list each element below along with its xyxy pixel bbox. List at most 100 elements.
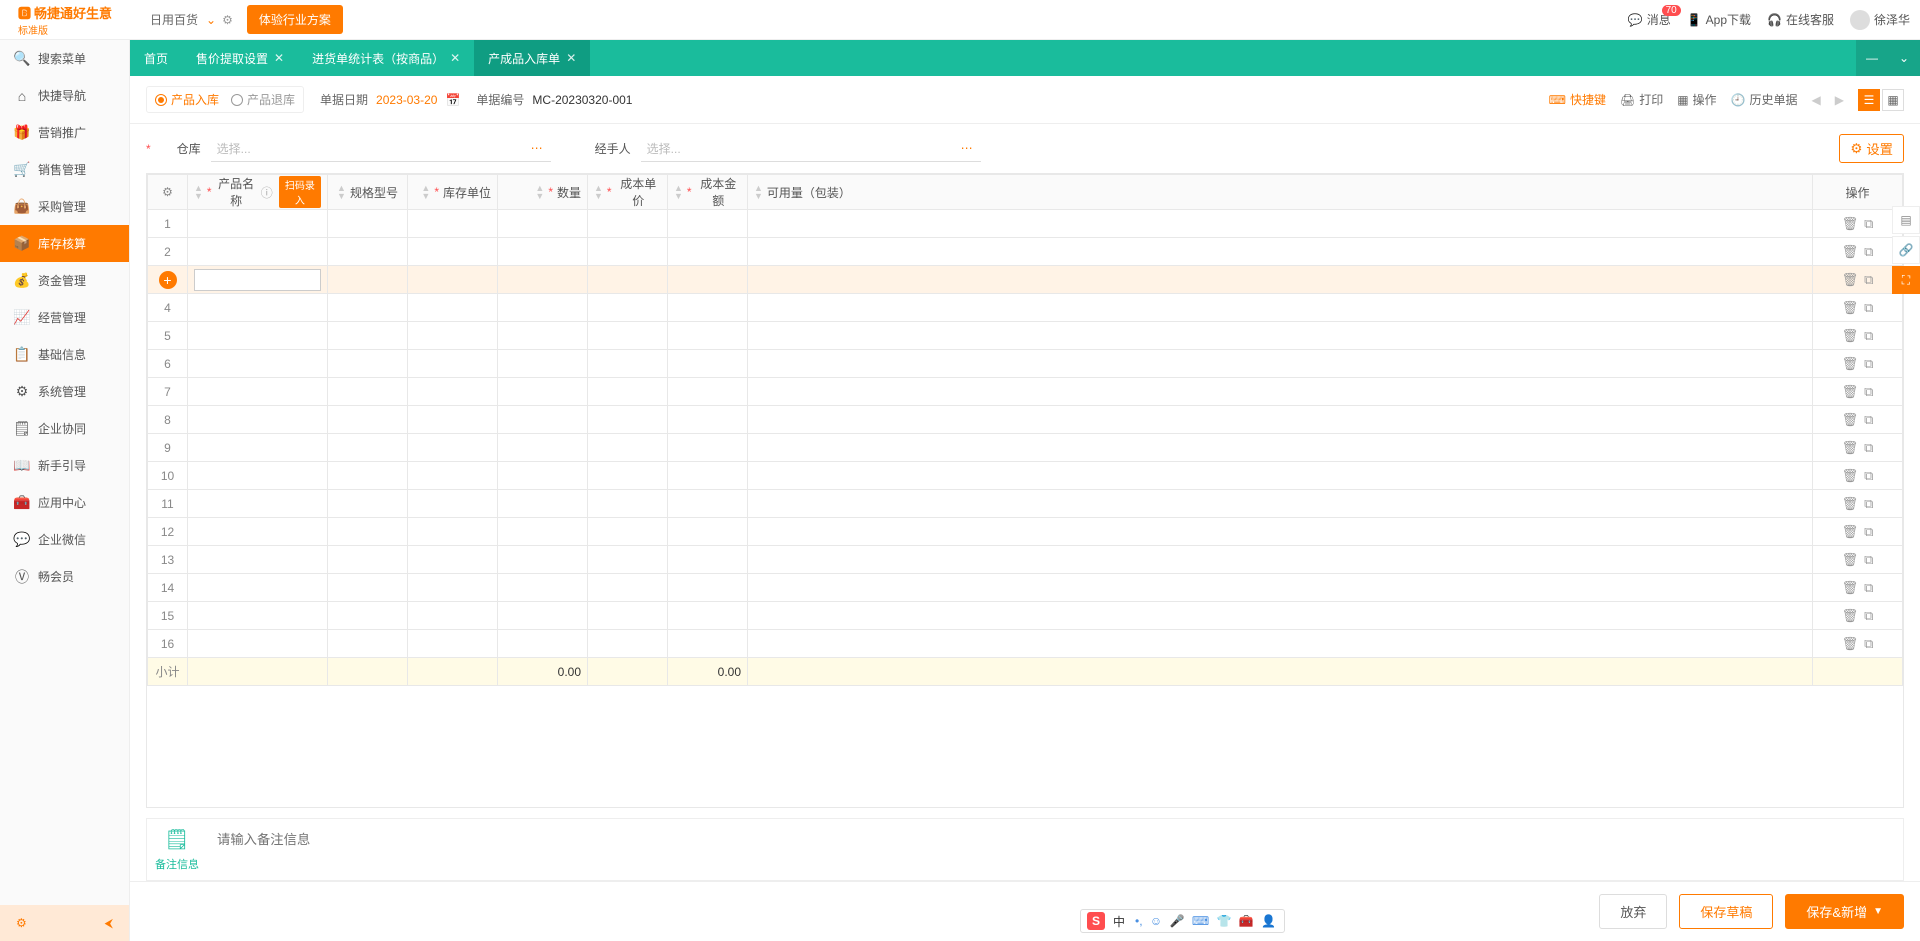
delete-row-icon[interactable]: 🗑	[1842, 440, 1859, 455]
table-row[interactable]: 5🗑⧉	[148, 322, 1903, 350]
delete-row-icon[interactable]: 🗑	[1842, 608, 1859, 623]
table-row[interactable]: 9🗑⧉	[148, 434, 1903, 462]
product-name-input[interactable]	[194, 269, 321, 291]
close-icon[interactable]: ✕	[566, 51, 576, 65]
header-amount[interactable]: ▲▼*成本金额	[668, 175, 748, 210]
prev-button[interactable]: ◀	[1812, 93, 1821, 107]
print-link[interactable]: 🖨打印	[1620, 91, 1663, 108]
copy-row-icon[interactable]: ⧉	[1864, 440, 1873, 455]
copy-row-icon[interactable]: ⧉	[1864, 216, 1873, 231]
sidebar-item[interactable]: 💬企业微信	[0, 521, 129, 558]
header-price[interactable]: ▲▼*成本单价	[588, 175, 668, 210]
sidebar-item[interactable]: 📋基础信息	[0, 336, 129, 373]
table-row[interactable]: 10🗑⧉	[148, 462, 1903, 490]
dock-filter-button[interactable]: ▤	[1892, 206, 1920, 234]
calendar-icon[interactable]: 📅	[445, 93, 460, 107]
table-row[interactable]: 7🗑⧉	[148, 378, 1903, 406]
ime-punct-icon[interactable]: •,	[1135, 914, 1143, 928]
delete-row-icon[interactable]: 🗑	[1842, 328, 1859, 343]
date-value[interactable]: 2023-03-20	[376, 93, 437, 107]
settings-icon[interactable]: ⚙	[16, 916, 27, 930]
sidebar-item[interactable]: 🛒销售管理	[0, 151, 129, 188]
copy-row-icon[interactable]: ⧉	[1864, 524, 1873, 539]
delete-row-icon[interactable]: 🗑	[1842, 300, 1859, 315]
list-view-button[interactable]: ☰	[1858, 89, 1880, 111]
ime-user-icon[interactable]: 👤	[1261, 914, 1276, 928]
tab[interactable]: 产成品入库单✕	[474, 40, 590, 76]
table-row[interactable]: 6🗑⧉	[148, 350, 1903, 378]
sidebar-item[interactable]: 🎁营销推广	[0, 114, 129, 151]
sidebar-item[interactable]: 🧰应用中心	[0, 484, 129, 521]
sidebar-item[interactable]: 📦库存核算	[0, 225, 129, 262]
history-link[interactable]: 🕘历史单据	[1731, 91, 1798, 108]
copy-row-icon[interactable]: ⧉	[1864, 580, 1873, 595]
copy-row-icon[interactable]: ⧉	[1864, 300, 1873, 315]
sidebar-item[interactable]: 📖新手引导	[0, 447, 129, 484]
table-row[interactable]: 4🗑⧉	[148, 294, 1903, 322]
settings-button[interactable]: ⚙ 设置	[1839, 134, 1904, 163]
ime-keyboard-icon[interactable]: ⌨	[1192, 914, 1209, 928]
copy-row-icon[interactable]: ⧉	[1864, 356, 1873, 371]
table-row[interactable]: +🗑⧉	[148, 266, 1903, 294]
dock-expand-button[interactable]: ⛶	[1892, 266, 1920, 294]
delete-row-icon[interactable]: 🗑	[1842, 580, 1859, 595]
delete-row-icon[interactable]: 🗑	[1842, 468, 1859, 483]
sidebar-item[interactable]: 📈经营管理	[0, 299, 129, 336]
copy-row-icon[interactable]: ⧉	[1864, 468, 1873, 483]
sidebar-item[interactable]: 👜采购管理	[0, 188, 129, 225]
header-product-name[interactable]: ▲▼*产品名称ⓘ扫码录入	[188, 175, 328, 210]
user-menu[interactable]: 徐泽华	[1850, 10, 1910, 30]
table-row[interactable]: 16🗑⧉	[148, 630, 1903, 658]
collapse-icon[interactable]: ⮜	[104, 916, 113, 931]
tab[interactable]: 售价提取设置✕	[182, 40, 298, 76]
header-avail[interactable]: ▲▼可用量（包装）	[748, 175, 1813, 210]
delete-row-icon[interactable]: 🗑	[1842, 412, 1859, 427]
add-row-icon[interactable]: +	[159, 271, 177, 289]
save-new-button[interactable]: 保存&新增 ▼	[1785, 894, 1904, 929]
header-qty[interactable]: ▲▼*数量	[498, 175, 588, 210]
delete-row-icon[interactable]: 🗑	[1842, 496, 1859, 511]
scan-tag[interactable]: 扫码录入	[279, 176, 321, 208]
copy-row-icon[interactable]: ⧉	[1864, 384, 1873, 399]
remark-input[interactable]	[207, 819, 1903, 880]
messages-link[interactable]: 💬 消息 70	[1628, 11, 1671, 28]
copy-row-icon[interactable]: ⧉	[1864, 244, 1873, 259]
operate-link[interactable]: ▦操作	[1677, 91, 1716, 108]
table-row[interactable]: 11🗑⧉	[148, 490, 1903, 518]
radio-product-out[interactable]: 产品退库	[231, 91, 295, 108]
card-view-button[interactable]: ▦	[1882, 89, 1904, 111]
sidebar-item[interactable]: 💰资金管理	[0, 262, 129, 299]
sidebar-item[interactable]: 🗒企业协同	[0, 410, 129, 447]
delete-row-icon[interactable]: 🗑	[1842, 552, 1859, 567]
copy-row-icon[interactable]: ⧉	[1864, 636, 1873, 651]
table-row[interactable]: 13🗑⧉	[148, 546, 1903, 574]
discard-button[interactable]: 放弃	[1599, 894, 1667, 929]
delete-row-icon[interactable]: 🗑	[1842, 524, 1859, 539]
copy-row-icon[interactable]: ⧉	[1864, 412, 1873, 427]
copy-row-icon[interactable]: ⧉	[1864, 496, 1873, 511]
table-row[interactable]: 14🗑⧉	[148, 574, 1903, 602]
sidebar-item[interactable]: ⚙系统管理	[0, 373, 129, 410]
copy-row-icon[interactable]: ⧉	[1864, 608, 1873, 623]
ime-smile-icon[interactable]: ☺	[1150, 914, 1162, 928]
copy-row-icon[interactable]: ⧉	[1864, 552, 1873, 567]
tab[interactable]: 首页	[130, 40, 182, 76]
radio-product-in[interactable]: 产品入库	[155, 91, 219, 108]
table-row[interactable]: 8🗑⧉	[148, 406, 1903, 434]
delete-row-icon[interactable]: 🗑	[1842, 272, 1859, 287]
table-row[interactable]: 12🗑⧉	[148, 518, 1903, 546]
sidebar-item[interactable]: 🔍搜索菜单	[0, 40, 129, 77]
header-spec[interactable]: ▲▼规格型号	[328, 175, 408, 210]
online-service-link[interactable]: 🎧 在线客服	[1767, 11, 1834, 28]
ime-toolbox-icon[interactable]: 🧰	[1239, 914, 1254, 928]
ime-lang[interactable]: 中	[1113, 913, 1125, 930]
ime-mic-icon[interactable]: 🎤	[1170, 914, 1185, 928]
handler-dropdown[interactable]: 选择... ⋯	[641, 136, 981, 162]
app-download-link[interactable]: 📱 App下载	[1687, 11, 1751, 28]
ime-skin-icon[interactable]: 👕	[1216, 914, 1231, 928]
delete-row-icon[interactable]: 🗑	[1842, 636, 1859, 651]
copy-row-icon[interactable]: ⧉	[1864, 328, 1873, 343]
header-unit[interactable]: ▲▼*库存单位	[408, 175, 498, 210]
tab-menu-button[interactable]: ⌄	[1888, 40, 1920, 76]
delete-row-icon[interactable]: 🗑	[1842, 356, 1859, 371]
